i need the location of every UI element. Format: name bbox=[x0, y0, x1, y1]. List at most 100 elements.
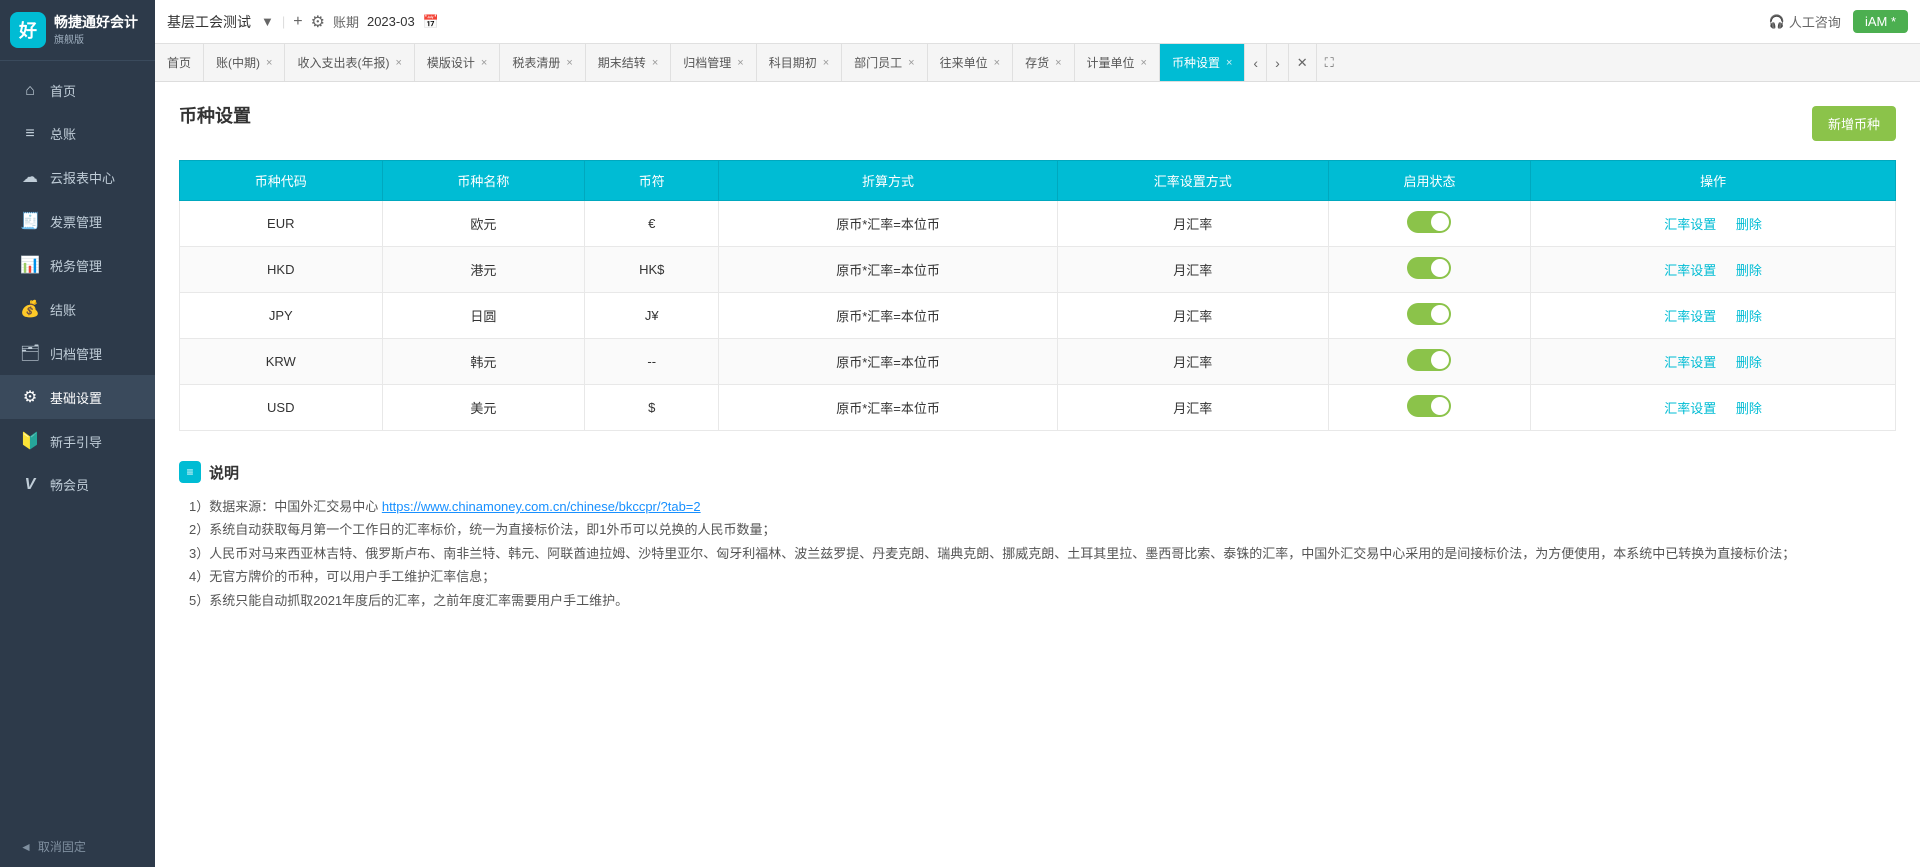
company-dropdown-btn[interactable]: ▼ bbox=[261, 14, 274, 29]
delete-link-2[interactable]: 删除 bbox=[1736, 309, 1762, 324]
cell-action-4: 汇率设置 删除 bbox=[1531, 385, 1896, 431]
toggle-enabled-0[interactable] bbox=[1407, 211, 1451, 233]
table-body: EUR 欧元 € 原币*汇率=本位币 月汇率 汇率设置 删除 HKD 港元 HK… bbox=[180, 201, 1896, 431]
tab-template[interactable]: 模版设计 × bbox=[415, 44, 500, 82]
tab-close-all-btn[interactable]: ✕ bbox=[1289, 44, 1317, 82]
table-row: EUR 欧元 € 原币*汇率=本位币 月汇率 汇率设置 删除 bbox=[180, 201, 1896, 247]
sidebar-item-ledger[interactable]: ≡ 总账 bbox=[0, 112, 155, 155]
tab-currency-close[interactable]: × bbox=[1226, 57, 1232, 69]
sidebar-item-settle[interactable]: 💰 结账 bbox=[0, 287, 155, 331]
tab-customers-close[interactable]: × bbox=[994, 57, 1000, 69]
tab-currency[interactable]: 币种设置 × bbox=[1160, 44, 1245, 82]
cell-name-0: 欧元 bbox=[382, 201, 585, 247]
tab-template-close[interactable]: × bbox=[481, 57, 487, 69]
quick-settings-btn[interactable]: ⚙ bbox=[311, 12, 325, 32]
tab-dept-staff[interactable]: 部门员工 × bbox=[842, 44, 927, 82]
tab-subject-init-close[interactable]: × bbox=[823, 57, 829, 69]
tab-income-close[interactable]: × bbox=[395, 57, 401, 69]
ledger-icon: ≡ bbox=[20, 125, 40, 143]
tab-home[interactable]: 首页 bbox=[155, 44, 204, 82]
headphone-icon: 🎧 bbox=[1769, 14, 1785, 30]
tab-measure-close[interactable]: × bbox=[1141, 57, 1147, 69]
cell-calc-2: 原币*汇率=本位币 bbox=[719, 293, 1057, 339]
toggle-enabled-3[interactable] bbox=[1407, 349, 1451, 371]
tab-period-close[interactable]: × bbox=[266, 57, 272, 69]
toggle-enabled-4[interactable] bbox=[1407, 395, 1451, 417]
page-content: 币种设置 新增币种 币种代码 币种名称 币符 折算方式 汇率设置方式 启用状态 … bbox=[155, 82, 1920, 867]
rate-setting-link-4[interactable]: 汇率设置 bbox=[1664, 401, 1716, 416]
tab-dept-staff-close[interactable]: × bbox=[908, 57, 914, 69]
sidebar-item-archive[interactable]: 🗂 归档管理 bbox=[0, 331, 155, 375]
tab-tax-clear[interactable]: 税表清册 × bbox=[500, 44, 585, 82]
tab-inventory-close[interactable]: × bbox=[1055, 57, 1061, 69]
company-name: 基层工会测试 bbox=[167, 12, 251, 32]
tab-archive[interactable]: 归档管理 × bbox=[671, 44, 756, 82]
note-item-1: 2）系统自动获取每月第一个工作日的汇率标价，统一为直接标价法，即1外币可以兑换的… bbox=[189, 518, 1896, 541]
sidebar-item-vip[interactable]: V 畅会员 bbox=[0, 463, 155, 506]
notes-title-bar: ≡ 说明 bbox=[179, 461, 1896, 483]
cell-rate-type-0: 月汇率 bbox=[1057, 201, 1328, 247]
tab-period[interactable]: 账(中期) × bbox=[204, 44, 285, 82]
tab-next-btn[interactable]: › bbox=[1267, 44, 1289, 82]
cloud-icon: ☁ bbox=[20, 167, 40, 187]
note-item-3: 4）无官方牌价的币种，可以用户手工维护汇率信息； bbox=[189, 565, 1896, 588]
settle-icon: 💰 bbox=[20, 299, 40, 319]
sidebar-item-guide[interactable]: 🔰 新手引导 bbox=[0, 419, 155, 463]
table-row: HKD 港元 HK$ 原币*汇率=本位币 月汇率 汇率设置 删除 bbox=[180, 247, 1896, 293]
calendar-icon[interactable]: 📅 bbox=[423, 14, 439, 30]
divider-1: | bbox=[282, 14, 285, 29]
support-btn[interactable]: 🎧 人工咨询 bbox=[1769, 12, 1841, 31]
sidebar-pin-toggle[interactable]: ◄ 取消固定 bbox=[0, 826, 155, 867]
period-value: 2023-03 bbox=[367, 14, 415, 29]
cell-code-2: JPY bbox=[180, 293, 383, 339]
sidebar-item-guide-label: 新手引导 bbox=[50, 432, 102, 451]
sidebar-item-settings[interactable]: ⚙ 基础设置 bbox=[0, 375, 155, 419]
notes-title-text: 说明 bbox=[209, 462, 239, 483]
delete-link-1[interactable]: 删除 bbox=[1736, 263, 1762, 278]
sidebar-item-home[interactable]: ⌂ 首页 bbox=[0, 69, 155, 112]
page-title-bar: 币种设置 新增币种 bbox=[179, 102, 1896, 144]
tab-period-end-label: 期末结转 bbox=[598, 54, 646, 71]
toggle-enabled-1[interactable] bbox=[1407, 257, 1451, 279]
sidebar-item-tax[interactable]: 📊 税务管理 bbox=[0, 243, 155, 287]
rate-setting-link-2[interactable]: 汇率设置 bbox=[1664, 309, 1716, 324]
sidebar-item-vip-label: 畅会员 bbox=[50, 475, 89, 494]
cell-status-0 bbox=[1328, 201, 1531, 247]
tab-measure-label: 计量单位 bbox=[1087, 54, 1135, 71]
rate-setting-link-3[interactable]: 汇率设置 bbox=[1664, 355, 1716, 370]
guide-icon: 🔰 bbox=[20, 431, 40, 451]
rate-setting-link-1[interactable]: 汇率设置 bbox=[1664, 263, 1716, 278]
tab-tax-clear-close[interactable]: × bbox=[566, 57, 572, 69]
sidebar-item-invoice[interactable]: 🧾 发票管理 bbox=[0, 199, 155, 243]
tab-measure[interactable]: 计量单位 × bbox=[1075, 44, 1160, 82]
tab-tax-clear-label: 税表清册 bbox=[512, 54, 560, 71]
delete-link-0[interactable]: 删除 bbox=[1736, 217, 1762, 232]
period-label: 账期 bbox=[333, 12, 359, 31]
tab-prev-btn[interactable]: ‹ bbox=[1245, 44, 1267, 82]
sidebar-nav: ⌂ 首页 ≡ 总账 ☁ 云报表中心 🧾 发票管理 📊 税务管理 💰 结账 🗂 归… bbox=[0, 61, 155, 826]
tab-archive-close[interactable]: × bbox=[737, 57, 743, 69]
table-header: 币种代码 币种名称 币符 折算方式 汇率设置方式 启用状态 操作 bbox=[180, 161, 1896, 201]
sidebar-item-reports[interactable]: ☁ 云报表中心 bbox=[0, 155, 155, 199]
currency-table: 币种代码 币种名称 币符 折算方式 汇率设置方式 启用状态 操作 EUR 欧元 … bbox=[179, 160, 1896, 431]
cell-calc-1: 原币*汇率=本位币 bbox=[719, 247, 1057, 293]
cell-name-4: 美元 bbox=[382, 385, 585, 431]
tab-inventory[interactable]: 存货 × bbox=[1013, 44, 1074, 82]
add-tab-btn[interactable]: + bbox=[293, 13, 302, 31]
delete-link-4[interactable]: 删除 bbox=[1736, 401, 1762, 416]
cell-calc-4: 原币*汇率=本位币 bbox=[719, 385, 1057, 431]
tab-income[interactable]: 收入支出表(年报) × bbox=[285, 44, 414, 82]
delete-link-3[interactable]: 删除 bbox=[1736, 355, 1762, 370]
tab-customers[interactable]: 往来单位 × bbox=[928, 44, 1013, 82]
tab-period-end-close[interactable]: × bbox=[652, 57, 658, 69]
rate-setting-link-0[interactable]: 汇率设置 bbox=[1664, 217, 1716, 232]
tab-subject-init[interactable]: 科目期初 × bbox=[757, 44, 842, 82]
china-money-link[interactable]: https://www.chinamoney.com.cn/chinese/bk… bbox=[382, 499, 701, 514]
cell-status-1 bbox=[1328, 247, 1531, 293]
toggle-enabled-2[interactable] bbox=[1407, 303, 1451, 325]
account-btn[interactable]: iAM * bbox=[1853, 10, 1908, 33]
new-currency-btn[interactable]: 新增币种 bbox=[1812, 106, 1896, 141]
tab-period-end[interactable]: 期末结转 × bbox=[586, 44, 671, 82]
tab-income-label: 收入支出表(年报) bbox=[297, 54, 389, 71]
tab-expand-btn[interactable]: ⛶ bbox=[1317, 44, 1342, 82]
